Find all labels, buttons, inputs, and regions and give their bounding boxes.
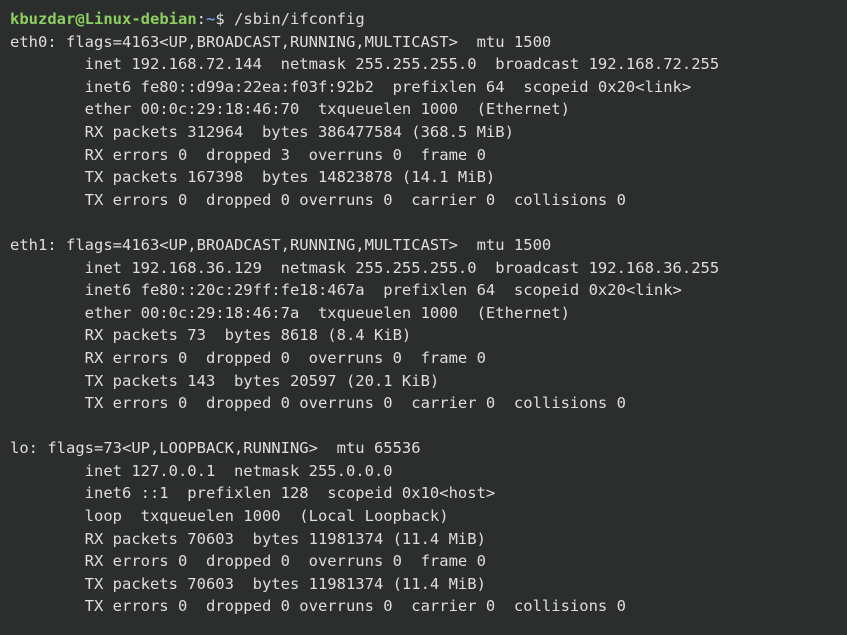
iface-link: ether 00:0c:29:18:46:7a txqueuelen 1000 … — [85, 304, 570, 322]
iface-header: eth0: flags=4163<UP,BROADCAST,RUNNING,MU… — [10, 33, 551, 51]
prompt-host: Linux-debian — [85, 10, 197, 28]
iface-inet: inet 192.168.72.144 netmask 255.255.255.… — [85, 55, 720, 73]
iface-rx-errors: RX errors 0 dropped 0 overruns 0 frame 0 — [85, 349, 486, 367]
iface-link: loop txqueuelen 1000 (Local Loopback) — [85, 507, 449, 525]
iface-block-lo: lo: flags=73<UP,LOOPBACK,RUNNING> mtu 65… — [10, 439, 626, 615]
terminal-output[interactable]: kbuzdar@Linux-debian:~$ /sbin/ifconfig e… — [0, 0, 847, 626]
iface-tx-errors: TX errors 0 dropped 0 overruns 0 carrier… — [85, 191, 626, 209]
iface-tx-packets: TX packets 167398 bytes 14823878 (14.1 M… — [85, 168, 496, 186]
iface-header: eth1: flags=4163<UP,BROADCAST,RUNNING,MU… — [10, 236, 551, 254]
iface-header: lo: flags=73<UP,LOOPBACK,RUNNING> mtu 65… — [10, 439, 421, 457]
iface-rx-packets: RX packets 73 bytes 8618 (8.4 KiB) — [85, 326, 412, 344]
prompt-path: ~ — [206, 10, 215, 28]
iface-inet: inet 127.0.0.1 netmask 255.0.0.0 — [85, 462, 393, 480]
iface-inet6: inet6 fe80::d99a:22ea:f03f:92b2 prefixle… — [85, 78, 692, 96]
iface-inet6: inet6 fe80::20c:29ff:fe18:467a prefixlen… — [85, 281, 682, 299]
prompt-line: kbuzdar@Linux-debian:~$ /sbin/ifconfig — [10, 10, 365, 28]
iface-block-eth0: eth0: flags=4163<UP,BROADCAST,RUNNING,MU… — [10, 33, 719, 209]
iface-inet: inet 192.168.36.129 netmask 255.255.255.… — [85, 259, 720, 277]
iface-rx-errors: RX errors 0 dropped 0 overruns 0 frame 0 — [85, 552, 486, 570]
iface-rx-packets: RX packets 312964 bytes 386477584 (368.5… — [85, 123, 514, 141]
iface-tx-errors: TX errors 0 dropped 0 overruns 0 carrier… — [85, 597, 626, 615]
iface-rx-errors: RX errors 0 dropped 3 overruns 0 frame 0 — [85, 146, 486, 164]
command-text: /sbin/ifconfig — [234, 10, 365, 28]
prompt-user: kbuzdar — [10, 10, 75, 28]
iface-tx-errors: TX errors 0 dropped 0 overruns 0 carrier… — [85, 394, 626, 412]
iface-tx-packets: TX packets 143 bytes 20597 (20.1 KiB) — [85, 372, 440, 390]
iface-tx-packets: TX packets 70603 bytes 11981374 (11.4 Mi… — [85, 575, 486, 593]
iface-link: ether 00:0c:29:18:46:70 txqueuelen 1000 … — [85, 100, 570, 118]
iface-block-eth1: eth1: flags=4163<UP,BROADCAST,RUNNING,MU… — [10, 236, 719, 412]
iface-inet6: inet6 ::1 prefixlen 128 scopeid 0x10<hos… — [85, 484, 496, 502]
iface-rx-packets: RX packets 70603 bytes 11981374 (11.4 Mi… — [85, 530, 486, 548]
